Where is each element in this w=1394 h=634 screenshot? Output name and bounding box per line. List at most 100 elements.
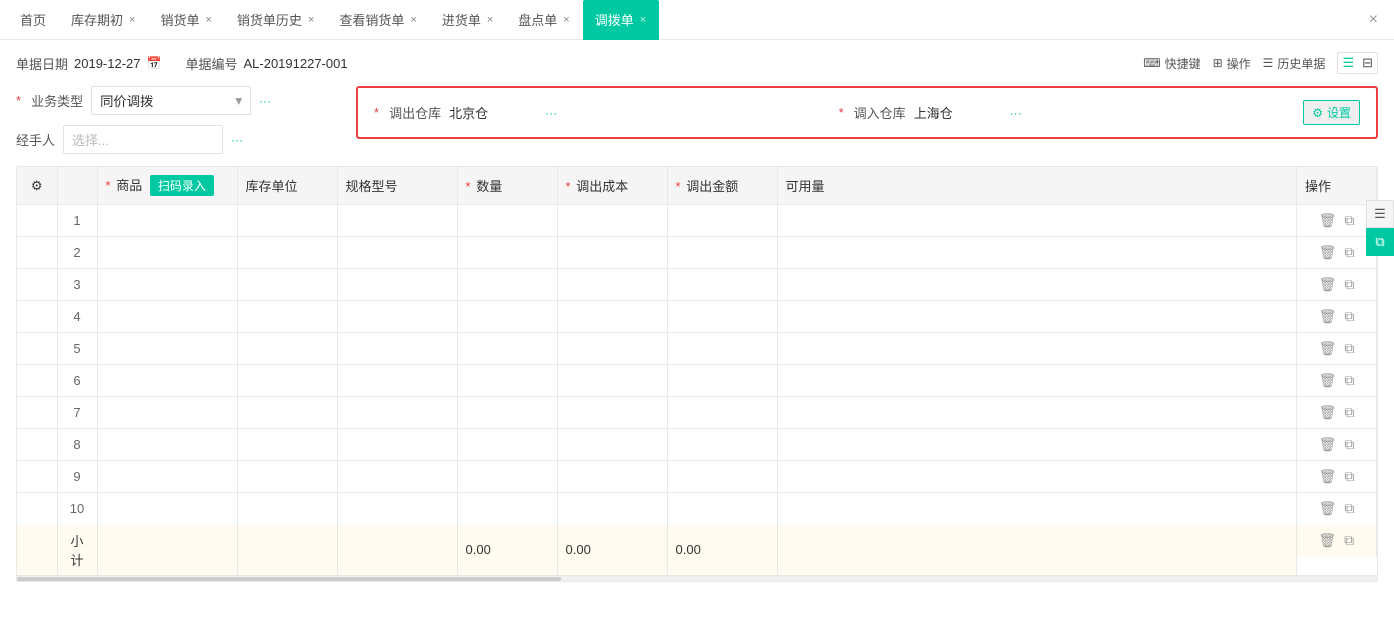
row-trash-icon[interactable]: 🗑 bbox=[1319, 308, 1337, 325]
row-spec[interactable] bbox=[337, 237, 457, 269]
row-unit[interactable] bbox=[237, 429, 337, 461]
row-cost[interactable] bbox=[557, 397, 667, 429]
calendar-icon[interactable]: 📅 bbox=[147, 56, 162, 70]
operations-button[interactable]: ⊞ 操作 bbox=[1213, 55, 1251, 72]
row-trash-icon[interactable]: 🗑 bbox=[1319, 500, 1337, 517]
tab-home[interactable]: 首页 bbox=[8, 0, 59, 40]
row-spec[interactable] bbox=[337, 397, 457, 429]
row-cost[interactable] bbox=[557, 429, 667, 461]
shortcuts-button[interactable]: ⌨ 快捷键 bbox=[1143, 55, 1200, 72]
row-product[interactable] bbox=[97, 461, 237, 493]
row-cost[interactable] bbox=[557, 365, 667, 397]
row-product[interactable] bbox=[97, 301, 237, 333]
row-amount[interactable] bbox=[667, 333, 777, 365]
business-type-dropdown[interactable]: 同价调拨 ▾ bbox=[91, 86, 251, 115]
row-unit[interactable] bbox=[237, 301, 337, 333]
handler-more[interactable]: ··· bbox=[231, 133, 243, 147]
tab-close-inventory-check[interactable]: × bbox=[563, 14, 569, 26]
row-available[interactable] bbox=[777, 205, 1297, 237]
row-spec[interactable] bbox=[337, 493, 457, 525]
tab-sales-history[interactable]: 销货单历史 × bbox=[225, 0, 327, 40]
row-available[interactable] bbox=[777, 301, 1297, 333]
tab-transfer-order[interactable]: 调拨单 × bbox=[583, 0, 659, 40]
row-cost[interactable] bbox=[557, 333, 667, 365]
sidebar-list-btn[interactable]: ☰ bbox=[1366, 200, 1394, 228]
row-available[interactable] bbox=[777, 333, 1297, 365]
row-product[interactable] bbox=[97, 333, 237, 365]
row-product[interactable] bbox=[97, 397, 237, 429]
window-close-button[interactable]: × bbox=[1361, 11, 1386, 29]
row-spec[interactable] bbox=[337, 333, 457, 365]
row-spec[interactable] bbox=[337, 301, 457, 333]
row-available[interactable] bbox=[777, 493, 1297, 525]
row-unit[interactable] bbox=[237, 205, 337, 237]
handler-dropdown[interactable]: 选择... bbox=[63, 125, 223, 154]
row-unit[interactable] bbox=[237, 461, 337, 493]
row-trash-icon[interactable]: 🗑 bbox=[1319, 372, 1337, 389]
row-unit[interactable] bbox=[237, 333, 337, 365]
row-amount[interactable] bbox=[667, 397, 777, 429]
row-trash-icon[interactable]: 🗑 bbox=[1319, 276, 1337, 293]
row-trash-icon[interactable]: 🗑 bbox=[1319, 436, 1337, 453]
row-qty[interactable] bbox=[457, 461, 557, 493]
row-copy-icon[interactable]: ⧉ bbox=[1344, 340, 1354, 357]
history-docs-button[interactable]: ☰ 历史单据 bbox=[1263, 55, 1326, 72]
row-copy-icon[interactable]: ⧉ bbox=[1344, 468, 1354, 485]
row-copy-icon[interactable]: ⧉ bbox=[1344, 404, 1354, 421]
transfer-out-more[interactable]: ··· bbox=[545, 106, 557, 120]
row-product[interactable] bbox=[97, 237, 237, 269]
tab-inventory-init[interactable]: 库存期初 × bbox=[59, 0, 148, 40]
row-product[interactable] bbox=[97, 205, 237, 237]
tab-inventory-check[interactable]: 盘点单 × bbox=[506, 0, 582, 40]
row-copy-icon[interactable]: ⧉ bbox=[1344, 436, 1354, 453]
tab-close-view-sales[interactable]: × bbox=[410, 14, 416, 26]
split-view-icon[interactable]: ⊟ bbox=[1362, 55, 1373, 71]
row-spec[interactable] bbox=[337, 365, 457, 397]
row-available[interactable] bbox=[777, 429, 1297, 461]
row-qty[interactable] bbox=[457, 429, 557, 461]
tab-purchase-order[interactable]: 进货单 × bbox=[430, 0, 506, 40]
row-unit[interactable] bbox=[237, 269, 337, 301]
warehouse-settings-button[interactable]: ⚙ 设置 bbox=[1303, 100, 1360, 125]
tab-close-inventory-init[interactable]: × bbox=[129, 14, 135, 26]
row-available[interactable] bbox=[777, 461, 1297, 493]
row-copy-icon[interactable]: ⧉ bbox=[1344, 500, 1354, 517]
row-available[interactable] bbox=[777, 237, 1297, 269]
row-amount[interactable] bbox=[667, 205, 777, 237]
horizontal-scrollbar[interactable] bbox=[17, 575, 1377, 581]
row-cost[interactable] bbox=[557, 493, 667, 525]
row-amount[interactable] bbox=[667, 493, 777, 525]
tab-close-sales-history[interactable]: × bbox=[308, 14, 314, 26]
row-qty[interactable] bbox=[457, 237, 557, 269]
row-product[interactable] bbox=[97, 493, 237, 525]
row-trash-icon[interactable]: 🗑 bbox=[1319, 404, 1337, 421]
tab-close-purchase-order[interactable]: × bbox=[487, 14, 493, 26]
row-amount[interactable] bbox=[667, 429, 777, 461]
row-copy-icon[interactable]: ⧉ bbox=[1344, 308, 1354, 325]
row-spec[interactable] bbox=[337, 205, 457, 237]
row-qty[interactable] bbox=[457, 493, 557, 525]
row-spec[interactable] bbox=[337, 461, 457, 493]
row-product[interactable] bbox=[97, 429, 237, 461]
row-qty[interactable] bbox=[457, 397, 557, 429]
row-available[interactable] bbox=[777, 269, 1297, 301]
row-available[interactable] bbox=[777, 365, 1297, 397]
list-view-icon[interactable]: ☰ bbox=[1342, 55, 1354, 71]
row-amount[interactable] bbox=[667, 301, 777, 333]
row-trash-icon[interactable]: 🗑 bbox=[1319, 468, 1337, 485]
tab-close-transfer-order[interactable]: × bbox=[640, 14, 646, 26]
row-trash-icon[interactable]: 🗑 bbox=[1319, 244, 1337, 261]
scan-button[interactable]: 扫码录入 bbox=[150, 175, 214, 196]
row-cost[interactable] bbox=[557, 461, 667, 493]
transfer-in-more[interactable]: ··· bbox=[1010, 106, 1022, 120]
row-amount[interactable] bbox=[667, 365, 777, 397]
row-qty[interactable] bbox=[457, 301, 557, 333]
sidebar-export-btn[interactable]: ⧉ bbox=[1366, 228, 1394, 256]
tab-close-sales-order[interactable]: × bbox=[205, 14, 211, 26]
subtotal-trash-icon[interactable]: 🗑 bbox=[1318, 532, 1336, 549]
tab-sales-order[interactable]: 销货单 × bbox=[148, 0, 224, 40]
row-product[interactable] bbox=[97, 365, 237, 397]
row-cost[interactable] bbox=[557, 205, 667, 237]
col-gear[interactable]: ⚙ bbox=[17, 167, 57, 205]
business-type-more[interactable]: ··· bbox=[259, 94, 271, 108]
